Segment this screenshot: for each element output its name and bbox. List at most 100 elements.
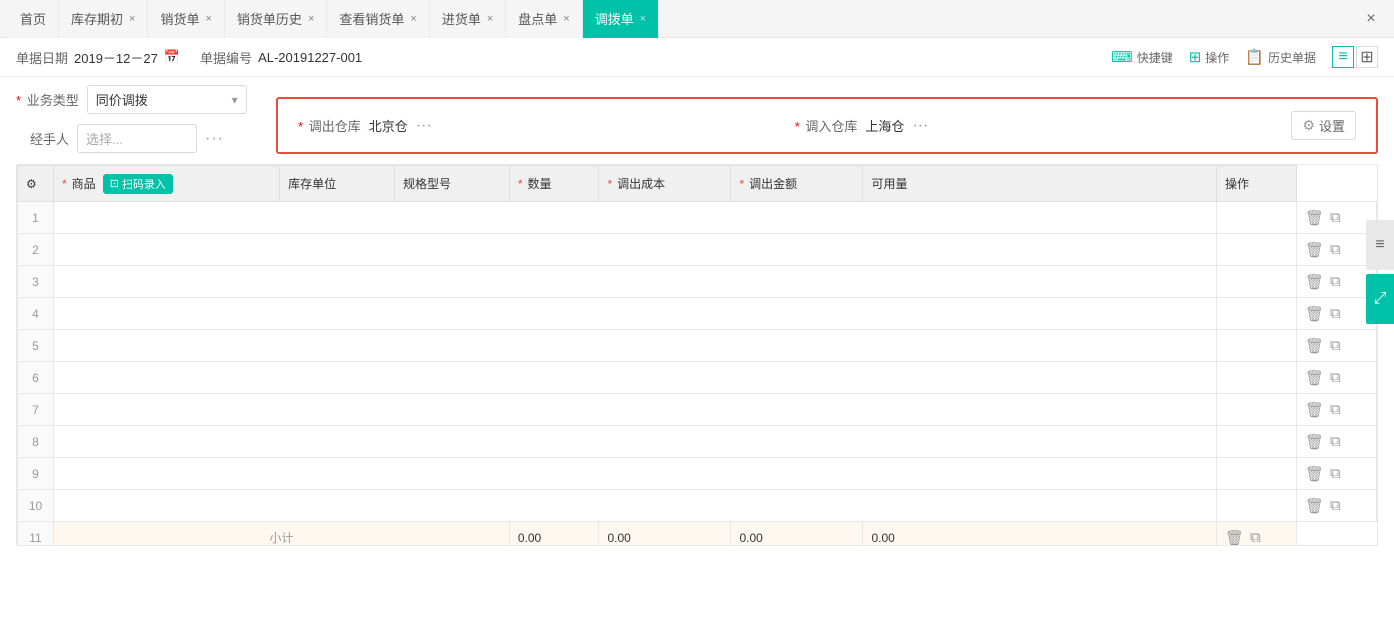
- row-available-6[interactable]: [1217, 362, 1297, 394]
- row-ops-6: 🗑 ⧉: [1297, 362, 1377, 394]
- subtotal-label-cell: 小计: [54, 522, 510, 546]
- table-row: 9 🗑 ⧉: [18, 458, 1377, 490]
- row-product-5[interactable]: [54, 330, 1217, 362]
- copy-icon-5[interactable]: ⧉: [1330, 337, 1341, 354]
- shortcut-label: 快捷键: [1137, 49, 1173, 66]
- row-product-1[interactable]: [54, 202, 1217, 234]
- row-available-5[interactable]: [1217, 330, 1297, 362]
- copy-icon-7[interactable]: ⧉: [1330, 401, 1341, 418]
- tab-bar-close-button[interactable]: ×: [1356, 4, 1386, 34]
- toolbar: 单据日期 2019－12－27 📅 单据编号 AL-20191227-001 ⌨…: [0, 38, 1394, 77]
- row-product-8[interactable]: [54, 426, 1217, 458]
- tab-bar-end: ×: [1356, 4, 1386, 34]
- copy-icon-10[interactable]: ⧉: [1330, 497, 1341, 514]
- delete-icon-1[interactable]: 🗑: [1305, 209, 1324, 227]
- copy-icon-2[interactable]: ⧉: [1330, 241, 1341, 258]
- copy-icon-1[interactable]: ⧉: [1330, 209, 1341, 226]
- row-product-9[interactable]: [54, 458, 1217, 490]
- tab-inventory-check-close[interactable]: ×: [563, 13, 569, 25]
- delete-icon-5[interactable]: 🗑: [1305, 337, 1324, 355]
- tab-view-sales[interactable]: 查看销货单 ×: [327, 0, 429, 38]
- settings-label: 设置: [1319, 116, 1345, 135]
- copy-icon-3[interactable]: ⧉: [1330, 273, 1341, 290]
- th-product: * 商品 ⊡ 扫码录入: [54, 166, 280, 202]
- copy-icon-8[interactable]: ⧉: [1330, 433, 1341, 450]
- delete-icon-10[interactable]: 🗑: [1305, 497, 1324, 515]
- row-available-1[interactable]: [1217, 202, 1297, 234]
- row-product-10[interactable]: [54, 490, 1217, 522]
- warehouse-out-value[interactable]: 北京仓: [369, 116, 408, 135]
- tab-transfer-order[interactable]: 调拨单 ×: [583, 0, 659, 38]
- scan-button[interactable]: ⊡ 扫码录入: [103, 174, 173, 194]
- warehouse-in-value[interactable]: 上海仓: [865, 116, 904, 135]
- tab-sales-history[interactable]: 销货单历史 ×: [225, 0, 327, 38]
- row-num-2: 2: [18, 234, 54, 266]
- handler-select[interactable]: 选择...: [77, 124, 197, 153]
- row-ops-7: 🗑 ⧉: [1297, 394, 1377, 426]
- calendar-icon[interactable]: 📅: [164, 49, 180, 65]
- delete-icon-9[interactable]: 🗑: [1305, 465, 1324, 483]
- th-cost: * 调出成本: [599, 166, 731, 202]
- sidebar-expand-button[interactable]: ⤢: [1366, 274, 1394, 324]
- tab-purchase-order[interactable]: 进货单 ×: [430, 0, 506, 38]
- delete-icon-6[interactable]: 🗑: [1305, 369, 1324, 387]
- warehouse-in-more[interactable]: ···: [912, 117, 928, 135]
- copy-icon-6[interactable]: ⧉: [1330, 369, 1341, 386]
- delete-icon-8[interactable]: 🗑: [1305, 433, 1324, 451]
- row-product-6[interactable]: [54, 362, 1217, 394]
- handler-more-button[interactable]: ···: [205, 130, 224, 148]
- warehouse-out-more[interactable]: ···: [416, 117, 432, 135]
- row-ops-4: 🗑 ⧉: [1297, 298, 1377, 330]
- date-value[interactable]: 2019－12－27: [74, 48, 158, 67]
- delete-icon-11[interactable]: 🗑: [1225, 529, 1244, 546]
- operate-label: 操作: [1205, 49, 1229, 66]
- layout-list-button[interactable]: ≡: [1332, 46, 1354, 68]
- delete-icon-7[interactable]: 🗑: [1305, 401, 1324, 419]
- row-num-8: 8: [18, 426, 54, 458]
- operate-button[interactable]: ⊞ 操作: [1189, 48, 1230, 66]
- settings-button[interactable]: ⚙ 设置: [1291, 111, 1356, 140]
- shortcut-button[interactable]: ⌨ 快捷键: [1111, 48, 1173, 66]
- copy-icon-9[interactable]: ⧉: [1330, 465, 1341, 482]
- tab-inventory-init-close[interactable]: ×: [129, 13, 135, 25]
- row-available-9[interactable]: [1217, 458, 1297, 490]
- warehouse-in-label: * 调入仓库: [795, 116, 858, 135]
- tab-view-sales-close[interactable]: ×: [410, 13, 416, 25]
- business-type-select[interactable]: 同价调拨 ▾: [87, 85, 247, 114]
- row-available-8[interactable]: [1217, 426, 1297, 458]
- delete-icon-4[interactable]: 🗑: [1305, 305, 1324, 323]
- copy-icon-4[interactable]: ⧉: [1330, 305, 1341, 322]
- row-available-4[interactable]: [1217, 298, 1297, 330]
- tab-sales-order[interactable]: 销货单 ×: [148, 0, 224, 38]
- tab-home[interactable]: 首页: [8, 0, 59, 38]
- sidebar-expand-icon: ⤢: [1374, 290, 1387, 308]
- row-product-7[interactable]: [54, 394, 1217, 426]
- delete-icon-3[interactable]: 🗑: [1305, 273, 1324, 291]
- table-row: 4 🗑 ⧉: [18, 298, 1377, 330]
- row-available-3[interactable]: [1217, 266, 1297, 298]
- th-gear[interactable]: ⚙: [18, 166, 54, 202]
- copy-icon-11[interactable]: ⧉: [1250, 529, 1261, 545]
- tab-transfer-order-close[interactable]: ×: [640, 13, 646, 25]
- tab-inventory-init[interactable]: 库存期初 ×: [59, 0, 148, 38]
- tab-bar: 首页 库存期初 × 销货单 × 销货单历史 × 查看销货单 × 进货单 × 盘点…: [0, 0, 1394, 38]
- row-product-2[interactable]: [54, 234, 1217, 266]
- tab-sales-order-close[interactable]: ×: [205, 13, 211, 25]
- layout-grid-button[interactable]: ⊞: [1356, 46, 1378, 68]
- scroll-area[interactable]: ⚙ * 商品 ⊡ 扫码录入: [17, 165, 1377, 545]
- th-qty: * 数量: [509, 166, 599, 202]
- row-available-2[interactable]: [1217, 234, 1297, 266]
- sidebar-list-button[interactable]: ≡: [1366, 220, 1394, 270]
- row-product-4[interactable]: [54, 298, 1217, 330]
- row-available-7[interactable]: [1217, 394, 1297, 426]
- history-button[interactable]: 📋 历史单据: [1245, 48, 1316, 66]
- delete-icon-2[interactable]: 🗑: [1305, 241, 1324, 259]
- warehouse-out-field: * 调出仓库 北京仓 ···: [298, 116, 755, 135]
- tab-sales-history-close[interactable]: ×: [308, 13, 314, 25]
- row-product-3[interactable]: [54, 266, 1217, 298]
- row-available-10[interactable]: [1217, 490, 1297, 522]
- tab-inventory-check[interactable]: 盘点单 ×: [506, 0, 582, 38]
- th-available: 可用量: [863, 166, 1217, 202]
- tab-purchase-order-close[interactable]: ×: [487, 13, 493, 25]
- tab-inventory-init-label: 库存期初: [71, 9, 123, 28]
